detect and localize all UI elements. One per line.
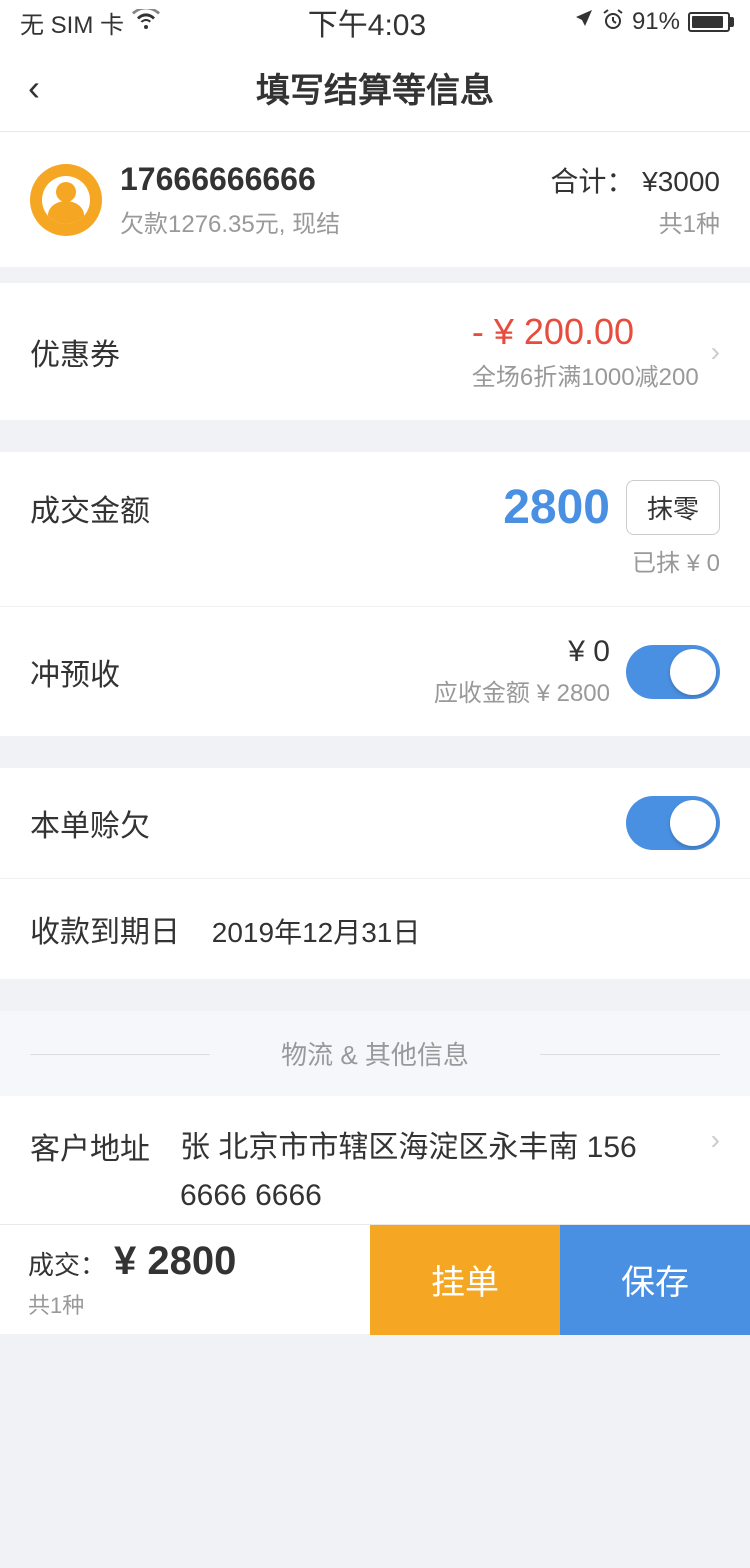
nav-bar: ‹ 填写结算等信息 — [0, 44, 750, 132]
due-date-value: 2019年12月31日 — [212, 917, 421, 948]
coupon-row[interactable]: 优惠券 - ¥ 200.00 全场6折满1000减200 › — [0, 283, 750, 420]
prepay-right: ¥ 0 应收金额 ¥ 2800 — [434, 635, 720, 708]
back-button[interactable]: ‹ — [28, 67, 40, 109]
address-right: › — [711, 1124, 720, 1156]
pending-button[interactable]: 挂单 — [370, 1225, 560, 1335]
battery-percent: 91% — [632, 8, 680, 36]
logistics-divider — [0, 995, 750, 1011]
location-icon — [574, 8, 594, 37]
round-button[interactable]: 抹零 — [626, 480, 720, 535]
due-date-label: 收款到期日 — [30, 916, 180, 949]
coupon-chevron-icon: › — [711, 336, 720, 368]
amount-label: 成交金额 — [30, 486, 150, 530]
debit-toggle-knob — [670, 800, 716, 846]
address-chevron-icon: › — [711, 1124, 720, 1156]
status-left: 无 SIM 卡 — [20, 5, 160, 40]
customer-desc: 欠款1276.35元, 现结 — [120, 204, 340, 239]
debit-section: 本单赊欠 — [0, 768, 750, 878]
due-date-section: 收款到期日 2019年12月31日 — [0, 878, 750, 979]
status-right: 91% — [574, 8, 730, 37]
bottom-deal-count: 共1种 — [28, 1288, 342, 1320]
toggle-knob — [670, 649, 716, 695]
customer-left: 17666666666 欠款1276.35元, 现结 — [30, 161, 340, 239]
amount-number: 2800 — [503, 480, 610, 535]
prepay-toggle[interactable] — [626, 645, 720, 699]
section-divider-1 — [0, 436, 750, 452]
coupon-label: 优惠券 — [30, 330, 120, 374]
coupon-desc: 全场6折满1000减200 — [472, 357, 699, 392]
customer-phone: 17666666666 — [120, 161, 340, 198]
amount-section: 成交金额 2800 抹零 已抹 ¥ 0 — [0, 452, 750, 606]
coupon-right: - ¥ 200.00 全场6折满1000减200 › — [472, 311, 720, 392]
logistics-title: 物流 & 其他信息 — [265, 1035, 485, 1072]
amount-value-group: 2800 抹零 — [503, 480, 720, 535]
avatar — [30, 164, 102, 236]
logistics-header: 物流 & 其他信息 — [0, 1011, 750, 1096]
avatar-icon — [42, 176, 90, 224]
prepay-value-group: ¥ 0 应收金额 ¥ 2800 — [434, 635, 610, 708]
section-divider-2 — [0, 736, 750, 752]
amount-row: 成交金额 2800 抹零 — [30, 480, 720, 535]
customer-info: 17666666666 欠款1276.35元, 现结 — [120, 161, 340, 239]
address-label: 客户地址 — [30, 1124, 160, 1168]
main-content: 17666666666 欠款1276.35元, 现结 合计： ¥3000 共1种… — [0, 132, 750, 1568]
prepay-row: 冲预收 ¥ 0 应收金额 ¥ 2800 — [0, 606, 750, 736]
bottom-summary-top: 成交： ¥ 2800 — [28, 1239, 342, 1284]
address-value: 张 北京市市辖区海淀区永丰南 156 6666 6666 — [180, 1124, 711, 1220]
prepay-receivable: 应收金额 ¥ 2800 — [434, 673, 610, 708]
amount-sub: 已抹 ¥ 0 — [632, 550, 720, 577]
debit-toggle[interactable] — [626, 796, 720, 850]
no-sim-text: 无 SIM 卡 — [20, 5, 124, 40]
wifi-icon — [132, 8, 160, 36]
battery-icon — [688, 12, 730, 32]
customer-right: 合计： ¥3000 共1种 — [550, 160, 720, 239]
prepay-label: 冲预收 — [30, 650, 120, 694]
debit-label: 本单赊欠 — [30, 801, 150, 845]
alarm-icon — [602, 8, 624, 37]
save-button[interactable]: 保存 — [560, 1225, 750, 1335]
page-title: 填写结算等信息 — [256, 63, 494, 112]
customer-card: 17666666666 欠款1276.35元, 现结 合计： ¥3000 共1种 — [0, 132, 750, 267]
status-time: 下午4:03 — [308, 0, 426, 44]
coupon-discount: - ¥ 200.00 — [472, 311, 699, 353]
status-bar: 无 SIM 卡 下午4:03 91% — [0, 0, 750, 44]
bottom-summary: 成交： ¥ 2800 共1种 — [0, 1239, 370, 1320]
total-label: 合计： — [550, 166, 634, 197]
bottom-deal-label: 成交： — [28, 1245, 106, 1282]
prepay-amount: ¥ 0 — [434, 635, 610, 669]
total-count: 共1种 — [550, 204, 720, 239]
total-value: ¥3000 — [642, 166, 720, 197]
bottom-bar: 成交： ¥ 2800 共1种 挂单 保存 — [0, 1224, 750, 1334]
bottom-deal-value: ¥ 2800 — [114, 1239, 236, 1284]
